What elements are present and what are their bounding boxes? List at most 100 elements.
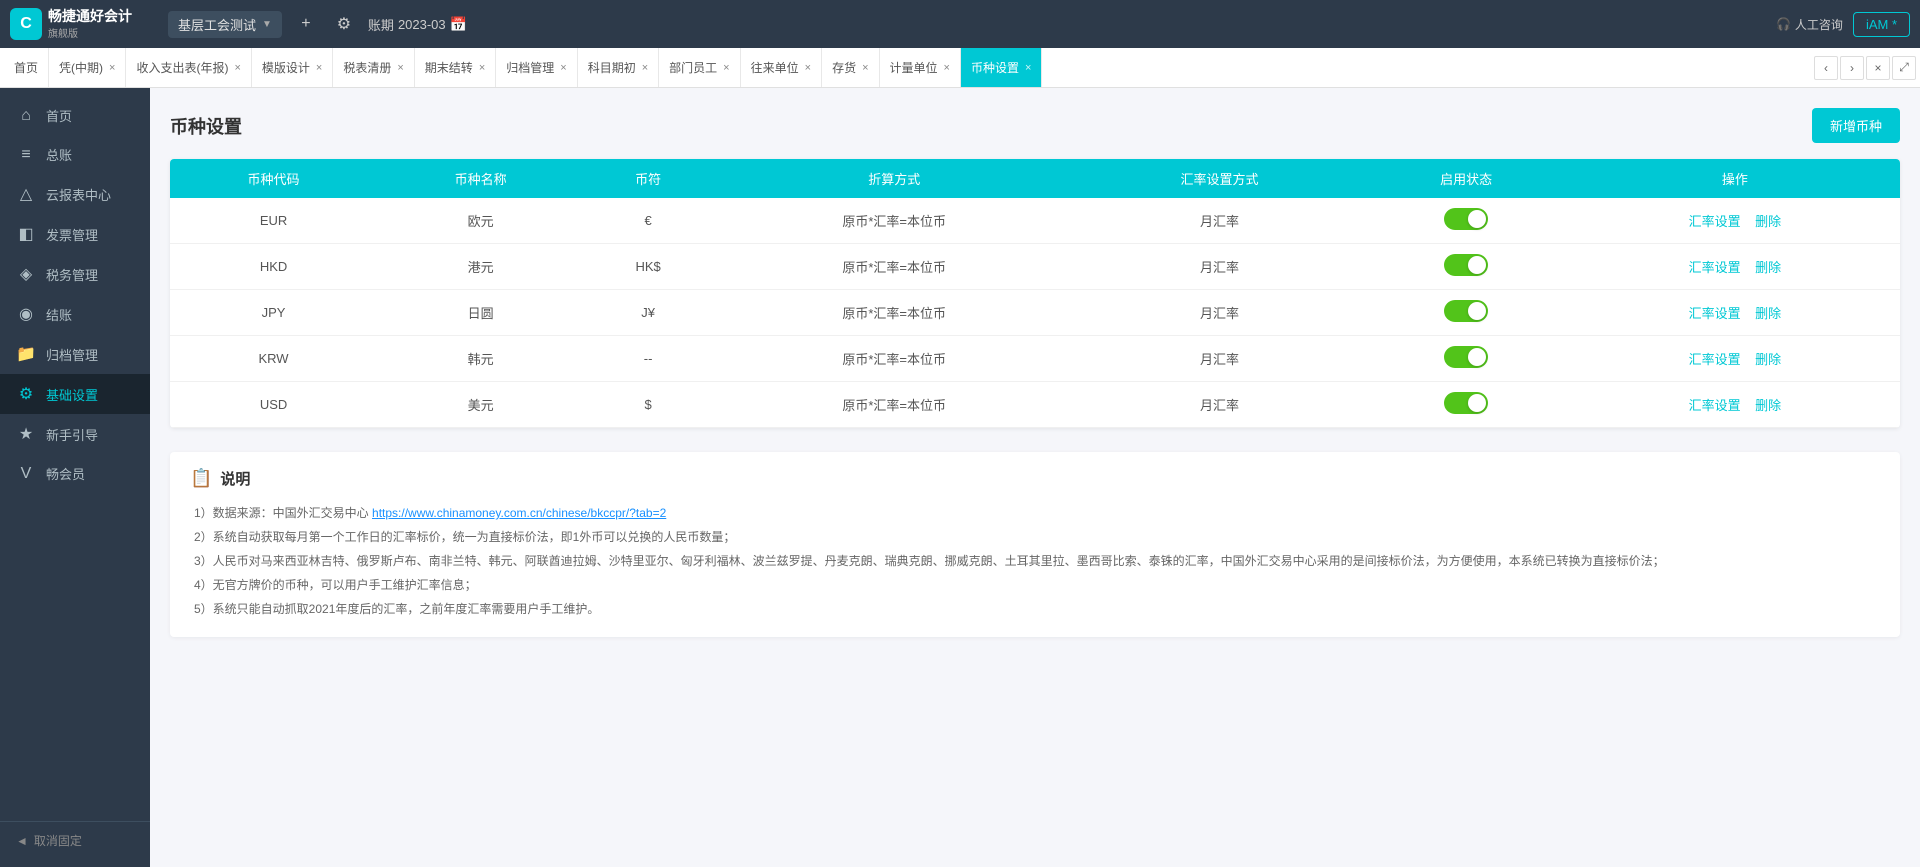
tab-next-button[interactable]: ›	[1840, 56, 1864, 80]
sidebar-item-settle[interactable]: ◉ 结账	[0, 294, 150, 334]
close-icon[interactable]: ×	[109, 62, 115, 74]
sidebar-item-report[interactable]: △ 云报表中心	[0, 174, 150, 214]
tab-archive-label: 归档管理	[506, 59, 554, 76]
close-icon[interactable]: ×	[560, 62, 566, 74]
sidebar-item-basic[interactable]: ⚙ 基础设置	[0, 374, 150, 414]
close-icon[interactable]: ×	[234, 62, 240, 74]
delete-link[interactable]: 删除	[1755, 306, 1781, 321]
rate-settings-link[interactable]: 汇率设置	[1689, 352, 1741, 367]
desc-link[interactable]: https://www.chinamoney.com.cn/chinese/bk…	[372, 506, 666, 520]
tab-income[interactable]: 收入支出表(年报) ×	[126, 48, 251, 87]
account-button[interactable]: iAM *	[1853, 12, 1910, 37]
rate-settings-link[interactable]: 汇率设置	[1689, 260, 1741, 275]
tab-tax[interactable]: 税表清册 ×	[333, 48, 414, 87]
tab-unit[interactable]: 计量单位 ×	[880, 48, 961, 87]
toggle-switch[interactable]	[1444, 254, 1488, 276]
table-body: EUR 欧元 € 原币*汇率=本位币 月汇率 汇率设置 删除 HKD 港元 HK…	[170, 198, 1900, 428]
period-value: 2023-03	[398, 17, 446, 32]
app-logo: C	[10, 8, 42, 40]
tab-maximize-button[interactable]: ⤢	[1892, 56, 1916, 80]
delete-link[interactable]: 删除	[1755, 260, 1781, 275]
cell-name: 港元	[377, 244, 584, 290]
toggle-switch[interactable]	[1444, 346, 1488, 368]
cell-symbol: --	[584, 336, 712, 382]
cell-calc: 原币*汇率=本位币	[712, 336, 1076, 382]
tab-unit-label: 计量单位	[890, 59, 938, 76]
tab-template[interactable]: 模版设计 ×	[252, 48, 333, 87]
sidebar-item-ledger[interactable]: ≡ 总账	[0, 135, 150, 174]
help-button[interactable]: 🎧 人工咨询	[1776, 16, 1843, 33]
col-header-status: 启用状态	[1363, 159, 1570, 198]
sidebar-item-guide[interactable]: ★ 新手引导	[0, 414, 150, 454]
currency-table: 币种代码 币种名称 币符 折算方式 汇率设置方式 启用状态 操作 EUR 欧元 …	[170, 159, 1900, 428]
tab-period-end[interactable]: 期末结转 ×	[415, 48, 496, 87]
tab-clients[interactable]: 往来单位 ×	[741, 48, 822, 87]
calendar-icon[interactable]: 📅	[450, 16, 467, 33]
close-icon[interactable]: ×	[479, 62, 485, 74]
close-icon[interactable]: ×	[316, 62, 322, 74]
close-icon[interactable]: ×	[723, 62, 729, 74]
tab-voucher[interactable]: 凭(中期) ×	[49, 48, 126, 87]
sidebar-item-invoice-label: 发票管理	[46, 225, 98, 244]
cell-status[interactable]	[1363, 382, 1570, 428]
sidebar-pin-button[interactable]: ◄ 取消固定	[0, 821, 150, 859]
sidebar-item-home[interactable]: ⌂ 首页	[0, 96, 150, 135]
close-icon[interactable]: ×	[397, 62, 403, 74]
toggle-switch[interactable]	[1444, 392, 1488, 414]
home-icon: ⌂	[16, 107, 36, 125]
toggle-thumb	[1468, 394, 1486, 412]
cell-status[interactable]	[1363, 198, 1570, 244]
tab-close-button[interactable]: ×	[1866, 56, 1890, 80]
tab-home[interactable]: 首页	[4, 48, 49, 87]
settings-icon[interactable]: ⚙	[330, 10, 358, 38]
cell-actions: 汇率设置 删除	[1570, 336, 1900, 382]
cell-rate-method: 月汇率	[1076, 290, 1362, 336]
table-row: HKD 港元 HK$ 原币*汇率=本位币 月汇率 汇率设置 删除	[170, 244, 1900, 290]
toggle-switch[interactable]	[1444, 208, 1488, 230]
cell-status[interactable]	[1363, 290, 1570, 336]
add-icon[interactable]: +	[292, 10, 320, 38]
close-icon[interactable]: ×	[805, 62, 811, 74]
table-row: JPY 日圆 J¥ 原币*汇率=本位币 月汇率 汇率设置 删除	[170, 290, 1900, 336]
rate-settings-link[interactable]: 汇率设置	[1689, 398, 1741, 413]
tab-archive[interactable]: 归档管理 ×	[496, 48, 577, 87]
tab-currency-label: 币种设置	[971, 59, 1019, 76]
desc-item-4: 4）无官方牌价的币种，可以用户手工维护汇率信息；	[190, 573, 1880, 597]
sidebar-item-invoice[interactable]: ◧ 发票管理	[0, 214, 150, 254]
tab-prev-button[interactable]: ‹	[1814, 56, 1838, 80]
tab-currency[interactable]: 币种设置 ×	[961, 48, 1042, 87]
delete-link[interactable]: 删除	[1755, 352, 1781, 367]
ledger-icon: ≡	[16, 146, 36, 164]
tab-inventory[interactable]: 存货 ×	[822, 48, 879, 87]
toggle-track	[1444, 346, 1488, 368]
cell-actions: 汇率设置 删除	[1570, 244, 1900, 290]
sidebar-item-tax[interactable]: ◈ 税务管理	[0, 254, 150, 294]
sidebar-item-member[interactable]: V 畅会员	[0, 454, 150, 493]
tab-subjects[interactable]: 科目期初 ×	[578, 48, 659, 87]
tab-tax-label: 税表清册	[343, 59, 391, 76]
settings-icon: ⚙	[16, 384, 36, 404]
sidebar-item-archive[interactable]: 📁 归档管理	[0, 334, 150, 374]
close-icon[interactable]: ×	[642, 62, 648, 74]
org-selector[interactable]: 基层工会测试 ▼	[168, 11, 282, 38]
headset-icon: 🎧	[1776, 17, 1791, 31]
tax-icon: ◈	[16, 264, 36, 284]
tab-dept[interactable]: 部门员工 ×	[659, 48, 740, 87]
close-icon[interactable]: ×	[862, 62, 868, 74]
cell-calc: 原币*汇率=本位币	[712, 244, 1076, 290]
close-icon[interactable]: ×	[1025, 62, 1031, 74]
close-icon[interactable]: ×	[944, 62, 950, 74]
report-icon: △	[16, 184, 36, 204]
cell-status[interactable]	[1363, 336, 1570, 382]
new-currency-button[interactable]: 新增币种	[1812, 108, 1900, 143]
rate-settings-link[interactable]: 汇率设置	[1689, 214, 1741, 229]
delete-link[interactable]: 删除	[1755, 214, 1781, 229]
settle-icon: ◉	[16, 304, 36, 324]
cell-status[interactable]	[1363, 244, 1570, 290]
description-title: 📋 说明	[190, 468, 1880, 489]
col-header-calc: 折算方式	[712, 159, 1076, 198]
sidebar-item-home-label: 首页	[46, 106, 72, 125]
toggle-switch[interactable]	[1444, 300, 1488, 322]
rate-settings-link[interactable]: 汇率设置	[1689, 306, 1741, 321]
delete-link[interactable]: 删除	[1755, 398, 1781, 413]
